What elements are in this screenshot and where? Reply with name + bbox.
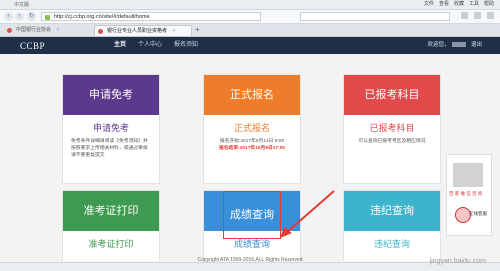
settings-icon[interactable] <box>487 12 494 19</box>
back-icon[interactable]: ‹ <box>4 12 13 21</box>
tab-label: 银行业专业人员职业资格考 <box>107 28 168 34</box>
url-field[interactable]: http://cj.ccbp.org.cn/site/#/default/hom… <box>41 12 261 21</box>
download-icon[interactable] <box>474 12 481 19</box>
card-exemption[interactable]: 申请免考 申请免考 免考条件详细请阅读《免考须知》并按照要求上传相关材料，或通过… <box>62 74 160 184</box>
browser-title-bar: 中文版 文件 查看 收藏 工具 帮助 <box>0 0 500 10</box>
watermark: jingyan.baidu.com <box>429 258 486 265</box>
star-icon[interactable] <box>461 12 468 19</box>
menu-favorites[interactable]: 收藏 <box>454 0 464 9</box>
card-description: 免考条件详细请阅读《免考须知》并按照要求上传相关材料，或通过审核请不要重复提交 <box>71 139 148 158</box>
user-area: 欢迎您， 退出 <box>427 37 482 54</box>
tab-bar: 中国银行业协会 × 银行业专业人员职业资格考 × + <box>0 24 500 37</box>
card-link[interactable]: 正式报名 <box>204 121 300 134</box>
logout-link[interactable]: 退出 <box>471 42 482 48</box>
tab-label: 中国银行业协会 <box>16 27 52 33</box>
site-icon <box>45 15 50 20</box>
card-header: 违纪查询 <box>344 191 440 231</box>
username-redacted <box>452 42 467 48</box>
toolbar-icons <box>461 12 494 19</box>
close-icon[interactable]: × <box>56 27 59 33</box>
welcome-text: 欢迎您， <box>427 42 450 48</box>
search-input[interactable] <box>300 12 450 21</box>
site-logo[interactable]: CCBP <box>20 41 45 51</box>
card-header: 已报考科目 <box>344 75 440 115</box>
window-title: 中文版 <box>14 2 30 8</box>
tab-exam[interactable]: 银行业专业人员职业资格考 × <box>94 25 192 36</box>
nav-personal-center[interactable]: 个人中心 <box>138 37 162 54</box>
tab-favicon <box>7 28 12 33</box>
qr-code-blurred <box>453 163 483 187</box>
card-link[interactable]: 准考证打印 <box>63 237 159 250</box>
card-registration[interactable]: 正式报名 正式报名 报名开始:2017年8月14日 9:00 报名结束:2017… <box>203 74 301 184</box>
tab-association[interactable]: 中国银行业协会 × <box>4 25 92 36</box>
new-tab-button[interactable]: + <box>195 25 200 35</box>
card-description: 可以查询已报考考区及相应情况 <box>358 139 426 144</box>
badge-tag: 在线客服 <box>469 211 487 216</box>
nav-registration-notice[interactable]: 报名须知 <box>174 37 198 54</box>
annotation-arrow <box>280 190 335 238</box>
card-header: 正式报名 <box>204 75 300 115</box>
card-violation-query[interactable]: 违纪查询 违纪查询 <box>343 190 441 261</box>
close-icon[interactable]: × <box>172 28 175 34</box>
card-registered-subjects[interactable]: 已报考科目 已报考科目 可以查询已报考考区及相应情况 <box>343 74 441 184</box>
main-nav: 主页 个人中心 报名须知 <box>114 37 198 54</box>
tab-favicon <box>98 29 103 34</box>
card-header: 申请免考 <box>63 75 159 115</box>
card-link[interactable]: 已报考科目 <box>344 121 440 134</box>
card-link[interactable]: 申请免考 <box>63 121 159 134</box>
side-customer-service[interactable]: 百 家 做 信 咨 询 在线客服 <box>446 154 492 236</box>
menu-view[interactable]: 查看 <box>439 0 449 9</box>
browser-menu: 文件 查看 收藏 工具 帮助 <box>424 0 494 9</box>
score-query-highlight[interactable]: 成绩查询 <box>223 191 281 239</box>
address-bar-row: ‹ › ↻ http://cj.ccbp.org.cn/site/#/defau… <box>0 10 500 24</box>
forward-icon[interactable]: › <box>15 12 24 21</box>
card-header: 准考证打印 <box>63 191 159 231</box>
menu-tools[interactable]: 工具 <box>469 0 479 9</box>
menu-file[interactable]: 文件 <box>424 0 434 9</box>
nav-home[interactable]: 主页 <box>114 37 126 54</box>
badge-text: 百 家 做 信 咨 询 <box>449 191 483 196</box>
site-header: CCBP 主页 个人中心 报名须知 欢迎您， 退出 <box>0 37 500 54</box>
refresh-icon[interactable]: ↻ <box>27 12 36 21</box>
url-text: http://cj.ccbp.org.cn/site/#/default/hom… <box>54 14 150 20</box>
card-admission-ticket[interactable]: 准考证打印 准考证打印 <box>62 190 160 261</box>
menu-help[interactable]: 帮助 <box>484 0 494 9</box>
main-content: 申请免考 申请免考 免考条件详细请阅读《免考须知》并按照要求上传相关材料，或通过… <box>0 54 500 261</box>
card-link[interactable]: 违纪查询 <box>344 237 440 250</box>
registration-start: 报名开始:2017年8月14日 9:00 <box>219 139 285 144</box>
registration-end: 报名结束:2017年10月8日17:00 <box>218 146 286 151</box>
